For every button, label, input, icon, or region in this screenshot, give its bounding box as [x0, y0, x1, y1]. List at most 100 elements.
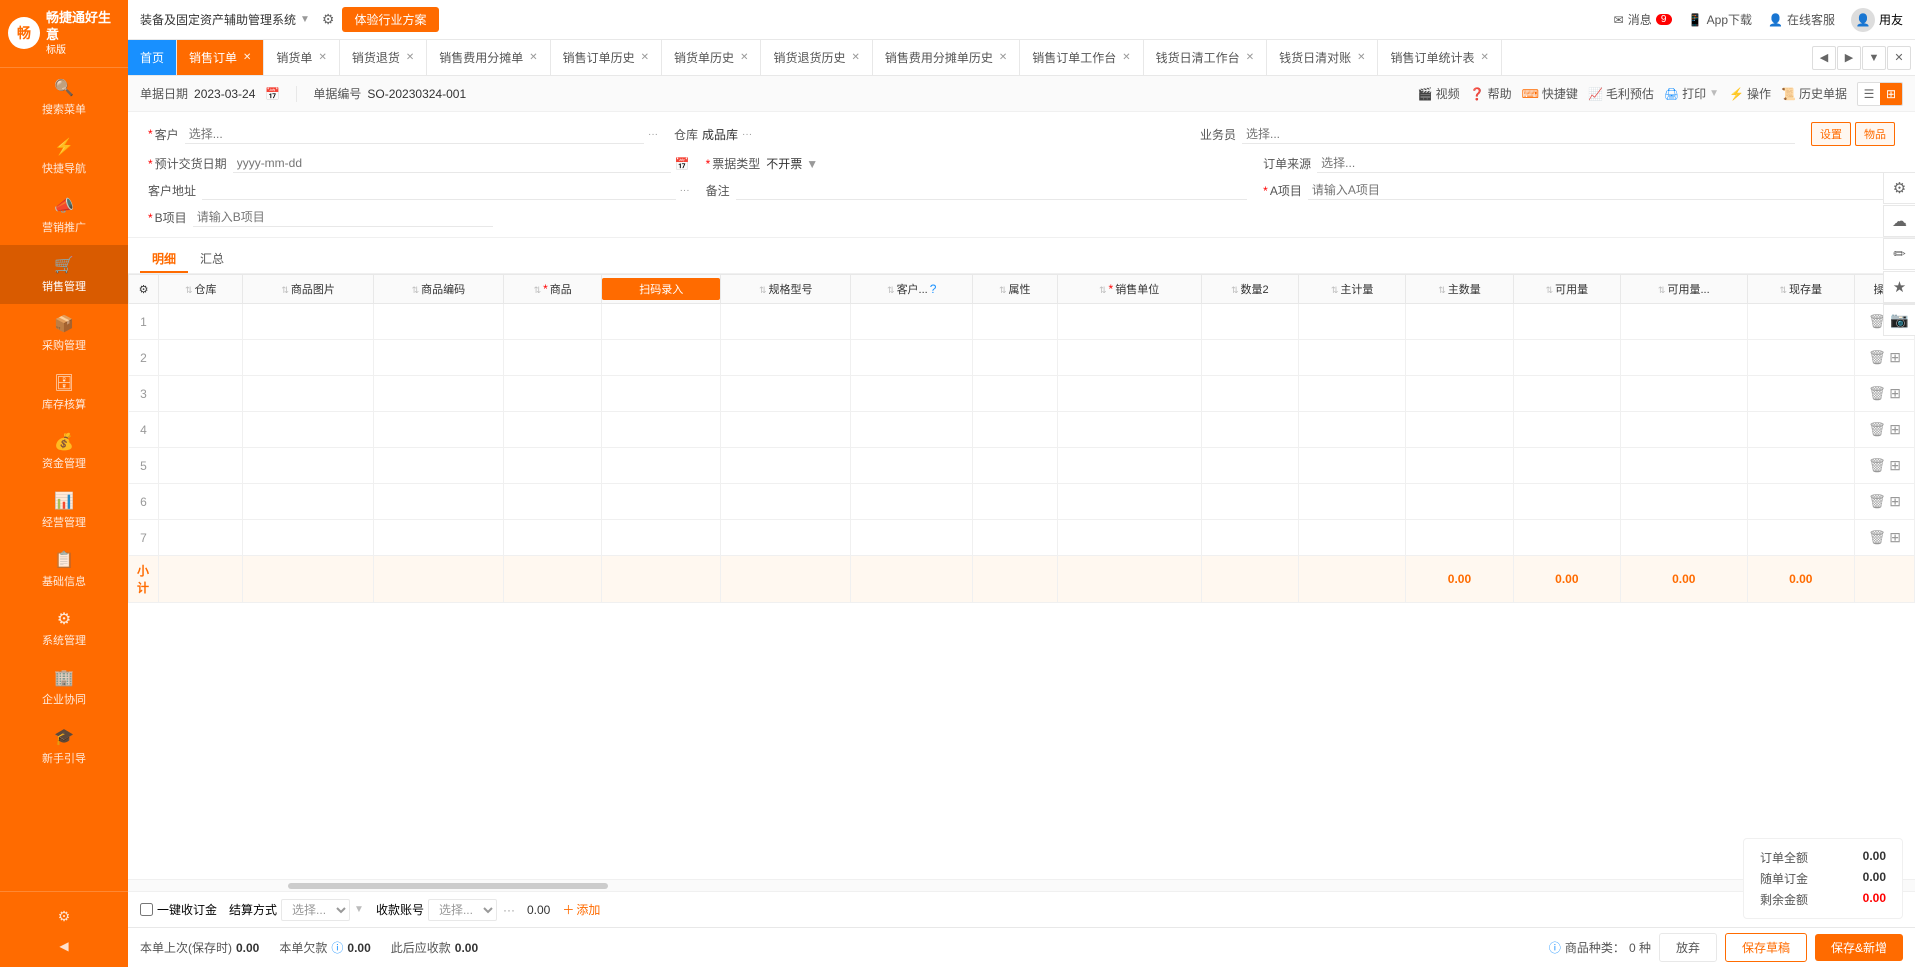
table-cell[interactable]: [1513, 448, 1620, 484]
scroll-bar[interactable]: [288, 883, 608, 889]
table-cell[interactable]: [1406, 376, 1513, 412]
table-cell[interactable]: [159, 484, 243, 520]
calendar-icon[interactable]: 📅: [265, 87, 280, 101]
table-cell[interactable]: [1298, 448, 1405, 484]
tab-sales-order[interactable]: 销售订单 ✕: [177, 40, 264, 76]
table-cell[interactable]: [1747, 484, 1854, 520]
save-new-btn[interactable]: 保存&新增: [1815, 934, 1903, 961]
tab-close-icon[interactable]: ✕: [1122, 52, 1130, 63]
table-cell[interactable]: [602, 412, 721, 448]
table-cell[interactable]: [504, 376, 602, 412]
account-select[interactable]: 选择...: [428, 899, 497, 921]
sidebar-item-finance[interactable]: 💰 资金管理: [0, 422, 128, 481]
view-btn[interactable]: 🎬 视频: [1418, 85, 1460, 102]
table-cell[interactable]: [243, 376, 373, 412]
table-cell[interactable]: [1406, 448, 1513, 484]
sidebar-item-sales[interactable]: 🛒 销售管理: [0, 245, 128, 304]
table-cell[interactable]: [373, 412, 503, 448]
table-cell[interactable]: [1201, 520, 1298, 556]
tab-sales-bill[interactable]: 销货单 ✕: [264, 40, 339, 76]
table-cell[interactable]: [1057, 448, 1201, 484]
table-cell[interactable]: [373, 484, 503, 520]
table-cell[interactable]: [1057, 376, 1201, 412]
list-view-btn[interactable]: ☰: [1858, 83, 1880, 105]
table-cell[interactable]: [721, 376, 851, 412]
table-cell[interactable]: [1298, 520, 1405, 556]
table-cell[interactable]: [373, 520, 503, 556]
table-cell[interactable]: [973, 304, 1057, 340]
delete-icon[interactable]: 🗑: [1868, 349, 1886, 365]
customer-expand-icon[interactable]: ···: [648, 129, 658, 140]
sidebar-item-operations[interactable]: 📊 经营管理: [0, 481, 128, 540]
tab-workbench[interactable]: 销售订单工作台 ✕: [1020, 40, 1143, 76]
table-cell[interactable]: [1513, 376, 1620, 412]
table-cell[interactable]: [1406, 412, 1513, 448]
table-cell[interactable]: [1621, 448, 1747, 484]
delete-icon[interactable]: 🗑: [1868, 385, 1886, 401]
sidebar-settings[interactable]: ⚙: [0, 900, 128, 933]
tab-fee-history[interactable]: 销售费用分摊单历史 ✕: [873, 40, 1020, 76]
tab-close-icon[interactable]: ✕: [243, 52, 251, 63]
add-payment-btn[interactable]: ＋ 添加: [562, 901, 600, 918]
settings-gear-icon[interactable]: ⚙: [322, 11, 335, 28]
table-cell[interactable]: [1747, 520, 1854, 556]
warehouse-expand-icon[interactable]: ···: [742, 129, 752, 140]
tab-detail[interactable]: 明细: [140, 246, 188, 273]
delete-icon[interactable]: 🗑: [1868, 529, 1886, 545]
delete-icon[interactable]: 🗑: [1868, 421, 1886, 437]
account-expand-icon[interactable]: ···: [503, 903, 515, 917]
table-cell[interactable]: [1201, 484, 1298, 520]
table-cell[interactable]: [851, 376, 973, 412]
copy-icon[interactable]: ⊞: [1889, 457, 1901, 473]
table-cell[interactable]: [1621, 484, 1747, 520]
side-panel-setup-btn[interactable]: ⚙: [1883, 172, 1915, 204]
table-cell[interactable]: [851, 340, 973, 376]
sidebar-item-purchase[interactable]: 📦 采购管理: [0, 304, 128, 363]
table-cell[interactable]: [243, 448, 373, 484]
tab-return-history[interactable]: 销货退货历史 ✕: [761, 40, 872, 76]
table-cell[interactable]: [602, 448, 721, 484]
table-cell[interactable]: [504, 340, 602, 376]
table-cell[interactable]: [1747, 412, 1854, 448]
table-cell[interactable]: [373, 376, 503, 412]
delete-icon[interactable]: 🗑: [1868, 457, 1886, 473]
table-cell[interactable]: [1406, 304, 1513, 340]
table-cell[interactable]: [159, 412, 243, 448]
card-view-btn[interactable]: ⊞: [1880, 83, 1902, 105]
table-cell[interactable]: [851, 412, 973, 448]
goods-btn[interactable]: 物品: [1855, 122, 1895, 146]
table-cell[interactable]: [973, 376, 1057, 412]
table-cell[interactable]: [1057, 520, 1201, 556]
sidebar-collapse-btn[interactable]: ◀: [0, 933, 128, 959]
tab-close-icon[interactable]: ✕: [529, 52, 537, 63]
table-cell[interactable]: [851, 304, 973, 340]
a-project-input[interactable]: [1308, 181, 1895, 200]
table-cell[interactable]: [1747, 448, 1854, 484]
operation-btn[interactable]: ⚡ 操作: [1729, 85, 1771, 102]
sidebar-item-enterprise[interactable]: 🏢 企业协同: [0, 658, 128, 717]
sidebar-item-inventory[interactable]: 🗄 库存核算: [0, 363, 128, 422]
table-cell[interactable]: [602, 484, 721, 520]
table-cell[interactable]: [1747, 376, 1854, 412]
copy-icon[interactable]: ⊞: [1889, 529, 1901, 545]
table-cell[interactable]: [1513, 340, 1620, 376]
table-cell[interactable]: [721, 340, 851, 376]
table-cell[interactable]: [159, 376, 243, 412]
table-cell[interactable]: [243, 484, 373, 520]
table-cell[interactable]: [1747, 304, 1854, 340]
sidebar-item-newbie[interactable]: 🎓 新手引导: [0, 717, 128, 776]
tab-close-icon[interactable]: ✕: [1246, 52, 1254, 63]
table-cell[interactable]: [721, 484, 851, 520]
col-gear[interactable]: ⚙: [129, 275, 159, 304]
table-cell[interactable]: [1621, 304, 1747, 340]
save-draft-btn[interactable]: 保存草稿: [1725, 933, 1807, 962]
tab-close-icon[interactable]: ✕: [851, 52, 859, 63]
solution-btn[interactable]: 体验行业方案: [342, 7, 438, 32]
table-cell[interactable]: [1298, 484, 1405, 520]
credit-info-icon[interactable]: ⓘ: [331, 939, 343, 956]
table-cell[interactable]: [159, 304, 243, 340]
table-cell[interactable]: [973, 520, 1057, 556]
table-cell[interactable]: [602, 304, 721, 340]
table-cell[interactable]: [373, 304, 503, 340]
delivery-calendar-icon[interactable]: 📅: [675, 157, 690, 171]
